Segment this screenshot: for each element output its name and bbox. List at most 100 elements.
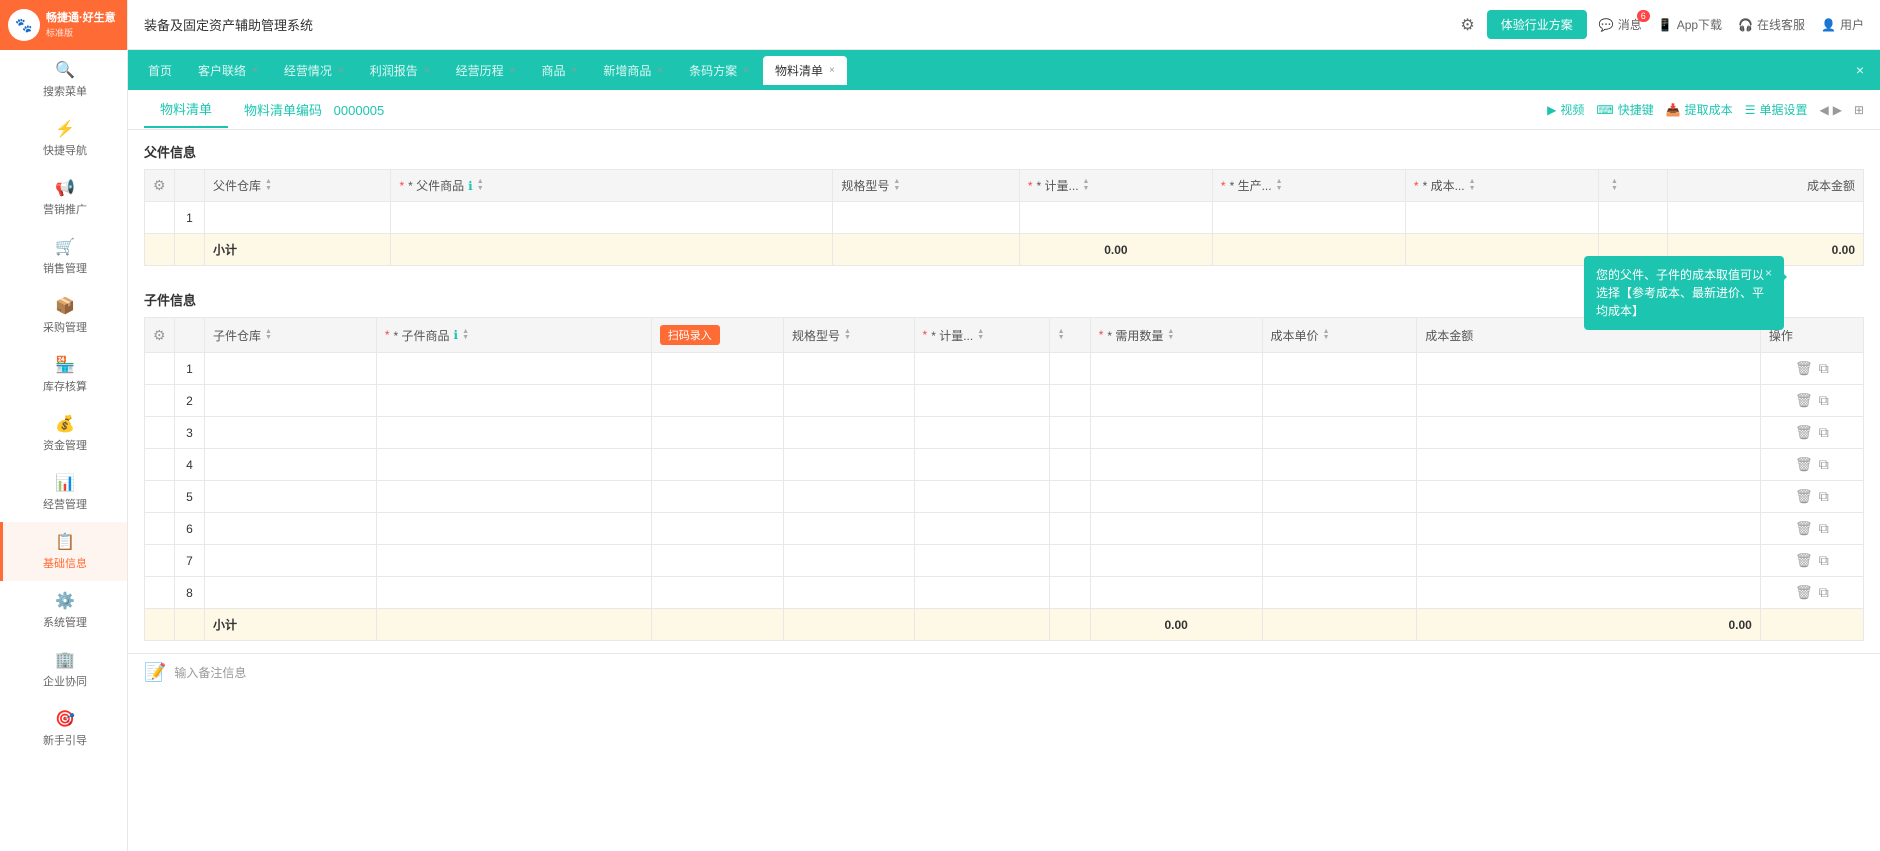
child-r7-warehouse[interactable] [205,545,377,577]
child-r3-unit-cost[interactable] [1262,417,1417,449]
close-profit-tab[interactable]: × [424,65,430,76]
child-r2-warehouse[interactable] [205,385,377,417]
close-customer-tab[interactable]: × [252,65,258,76]
view-action[interactable]: ▶ 视频 [1547,101,1584,118]
close-bom-tab[interactable]: × [829,65,835,76]
tab-bom[interactable]: 物料清单 × [763,56,847,85]
delete-icon-2[interactable]: 🗑 [1795,392,1813,409]
close-operations-tab[interactable]: × [338,65,344,76]
tooltip-close[interactable]: × [1765,264,1772,282]
parent-row1-warehouse[interactable] [205,202,391,234]
child-r2-spec[interactable] [784,385,915,417]
message-action[interactable]: 💬 消息 6 [1599,16,1642,33]
tab-history[interactable]: 经营历程 × [444,56,528,85]
delete-icon-5[interactable]: 🗑 [1795,488,1813,505]
gear-icon[interactable]: ⚙ [1460,15,1474,35]
copy-icon-8[interactable]: ⧉ [1819,584,1829,601]
child-r6-goods[interactable] [376,513,651,545]
child-r8-unit[interactable] [914,577,1049,609]
child-r4-goods[interactable] [376,449,651,481]
child-r3-unit[interactable] [914,417,1049,449]
close-all-tabs[interactable]: × [1848,58,1872,82]
parent-row1-spec[interactable] [833,202,1019,234]
child-r5-unit-cost[interactable] [1262,481,1417,513]
shortcut-action[interactable]: ⌨ 快捷键 [1596,101,1653,118]
parent-row1-produce[interactable] [1212,202,1405,234]
delete-icon-8[interactable]: 🗑 [1795,584,1813,601]
child-r1-unit-cost[interactable] [1262,353,1417,385]
copy-icon-5[interactable]: ⧉ [1819,488,1829,505]
child-r6-unit-cost[interactable] [1262,513,1417,545]
parent-row1-unit[interactable] [1019,202,1212,234]
child-r3-spec[interactable] [784,417,915,449]
col-settings-icon[interactable]: ⚙ [153,177,166,193]
child-r2-goods[interactable] [376,385,651,417]
copy-icon-6[interactable]: ⧉ [1819,520,1829,537]
notes-placeholder[interactable]: 输入备注信息 [174,664,246,681]
child-r1-qty[interactable] [1090,353,1262,385]
child-r3-qty[interactable] [1090,417,1262,449]
delete-icon-7[interactable]: 🗑 [1795,552,1813,569]
child-r5-warehouse[interactable] [205,481,377,513]
child-r4-warehouse[interactable] [205,449,377,481]
extract-cost-action[interactable]: 📥 提取成本 [1666,101,1733,118]
child-r7-unit[interactable] [914,545,1049,577]
app-download-action[interactable]: 📱 App下载 [1658,16,1722,33]
child-r1-spec[interactable] [784,353,915,385]
trial-button[interactable]: 体验行业方案 [1487,10,1587,39]
tab-profit[interactable]: 利润报告 × [358,56,442,85]
close-newgoods-tab[interactable]: × [657,65,663,76]
child-r6-qty[interactable] [1090,513,1262,545]
child-r8-qty[interactable] [1090,577,1262,609]
child-r5-spec[interactable] [784,481,915,513]
parent-row1-cost[interactable] [1405,202,1598,234]
copy-icon-2[interactable]: ⧉ [1819,392,1829,409]
child-r7-goods[interactable] [376,545,651,577]
child-r4-qty[interactable] [1090,449,1262,481]
close-goods-tab[interactable]: × [571,65,577,76]
tab-operations[interactable]: 经营情况 × [272,56,356,85]
sidebar-item-purchase[interactable]: 📦 采购管理 [0,286,127,345]
child-r3-goods[interactable] [376,417,651,449]
child-r7-qty[interactable] [1090,545,1262,577]
copy-icon[interactable]: ⧉ [1819,360,1829,377]
sidebar-item-search[interactable]: 🔍 搜索菜单 [0,50,127,109]
copy-icon-3[interactable]: ⧉ [1819,424,1829,441]
sidebar-item-sales[interactable]: 🛒 销售管理 [0,227,127,286]
child-r3-warehouse[interactable] [205,417,377,449]
tab-customer[interactable]: 客户联络 × [186,56,270,85]
child-r1-warehouse[interactable] [205,353,377,385]
close-history-tab[interactable]: × [510,65,516,76]
copy-icon-7[interactable]: ⧉ [1819,552,1829,569]
prev-arrow[interactable]: ◀ [1819,103,1828,117]
sidebar-item-inventory[interactable]: 🏪 库存核算 [0,345,127,404]
sidebar-item-basic[interactable]: 📋 基础信息 [0,522,127,581]
sidebar-item-enterprise[interactable]: 🏢 企业协同 [0,640,127,699]
child-r4-unit[interactable] [914,449,1049,481]
tab-home[interactable]: 首页 [136,56,184,85]
child-r2-unit[interactable] [914,385,1049,417]
delete-icon-4[interactable]: 🗑 [1795,456,1813,473]
child-r2-unit-cost[interactable] [1262,385,1417,417]
single-settings-action[interactable]: ☰ 单据设置 [1745,101,1808,118]
user-action[interactable]: 👤 用户 [1821,16,1864,33]
child-r8-warehouse[interactable] [205,577,377,609]
delete-icon-6[interactable]: 🗑 [1795,520,1813,537]
scan-button[interactable]: 扫码录入 [660,325,720,345]
sidebar-item-quicknav[interactable]: ⚡ 快捷导航 [0,109,127,168]
online-service-action[interactable]: 🎧 在线客服 [1738,16,1805,33]
child-r4-unit-cost[interactable] [1262,449,1417,481]
child-r1-goods[interactable] [376,353,651,385]
child-r8-unit-cost[interactable] [1262,577,1417,609]
grid-view-icon[interactable]: ⊞ [1854,103,1864,117]
tab-goods[interactable]: 商品 × [529,56,589,85]
copy-icon-4[interactable]: ⧉ [1819,456,1829,473]
child-r4-spec[interactable] [784,449,915,481]
sidebar-item-operations[interactable]: 📊 经营管理 [0,463,127,522]
child-r8-goods[interactable] [376,577,651,609]
sidebar-item-finance[interactable]: 💰 资金管理 [0,404,127,463]
sidebar-item-system[interactable]: ⚙️ 系统管理 [0,581,127,640]
child-r5-qty[interactable] [1090,481,1262,513]
child-r6-unit[interactable] [914,513,1049,545]
sidebar-item-marketing[interactable]: 📢 营销推广 [0,168,127,227]
